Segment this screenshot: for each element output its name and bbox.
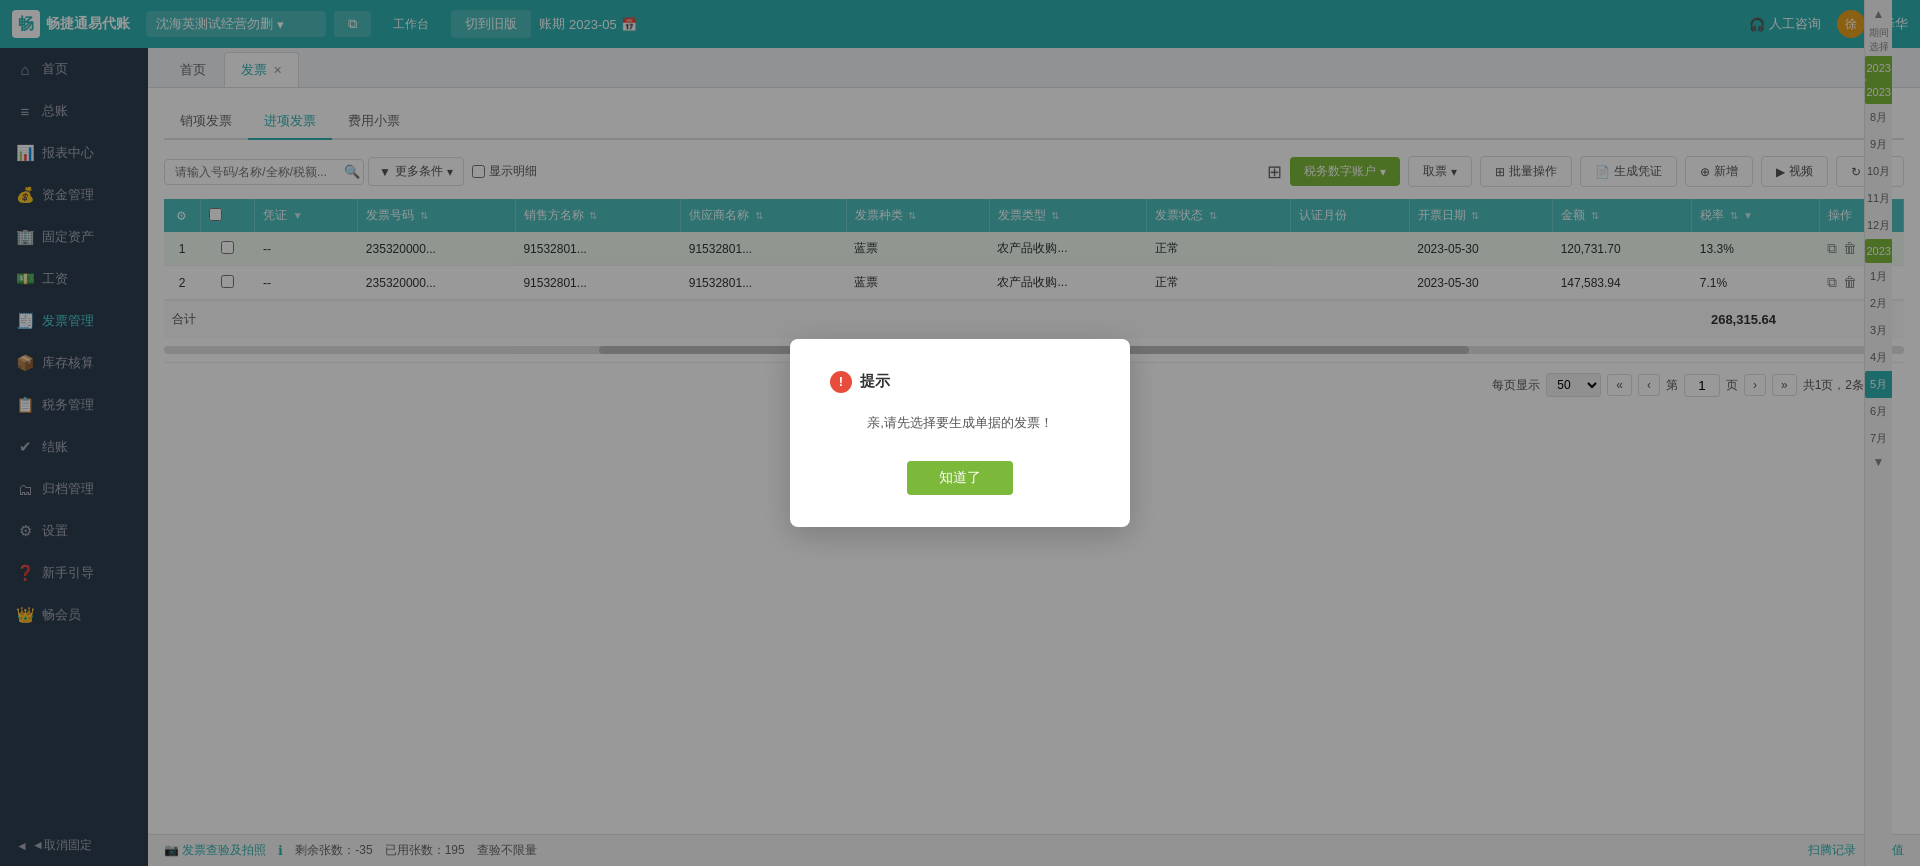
modal-dialog: ! 提示 亲,请先选择要生成单据的发票！ 知道了 <box>790 339 1130 528</box>
modal-footer: 知道了 <box>830 461 1090 495</box>
modal-title: 提示 <box>860 372 890 391</box>
modal-title-row: ! 提示 <box>830 371 1090 393</box>
modal-body: 亲,请先选择要生成单据的发票！ <box>830 413 1090 434</box>
warning-icon: ! <box>830 371 852 393</box>
modal-overlay[interactable]: ! 提示 亲,请先选择要生成单据的发票！ 知道了 <box>0 0 1920 866</box>
modal-ok-button[interactable]: 知道了 <box>907 461 1013 495</box>
